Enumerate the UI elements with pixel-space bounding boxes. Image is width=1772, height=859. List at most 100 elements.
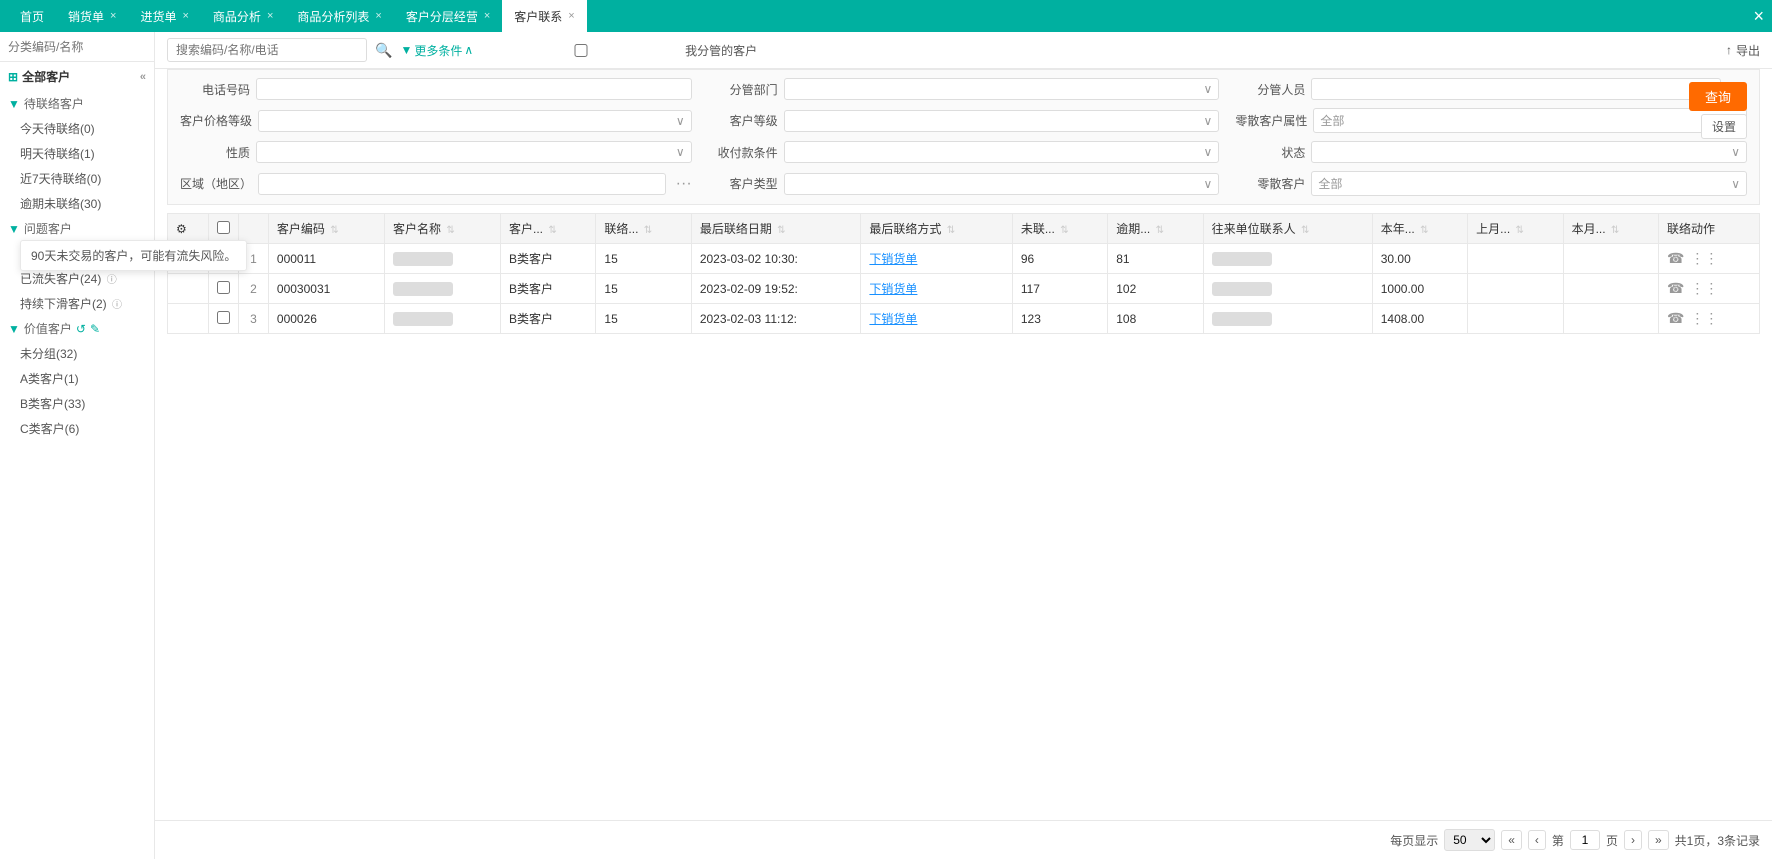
my-customers-check[interactable] <box>481 44 681 57</box>
search-button[interactable]: 🔍 <box>375 42 392 59</box>
person-input[interactable] <box>1311 78 1721 100</box>
th-this-month[interactable]: 本月... ⇅ <box>1563 214 1658 244</box>
sidebar-item-tomorrow[interactable]: 明天待联络(1) <box>0 141 154 166</box>
row-contact: 15 <box>596 304 691 334</box>
my-customers-checkbox[interactable]: 我分管的客户 <box>481 42 757 59</box>
action-more-icon[interactable]: ⋮⋮ <box>1690 310 1718 327</box>
tab-customer-tier[interactable]: 客户分层经营 × <box>394 0 502 32</box>
sort-last-method-icon: ⇅ <box>947 225 955 236</box>
th-settings[interactable]: ⚙ <box>168 214 209 244</box>
th-code[interactable]: 客户编码 ⇅ <box>268 214 384 244</box>
refresh-value-icon[interactable]: ↺ <box>76 322 86 336</box>
close-analysis-tab[interactable]: × <box>267 10 273 22</box>
th-last-date[interactable]: 最后联络日期 ⇅ <box>691 214 861 244</box>
row-last-method[interactable]: 下销货单 <box>861 304 1012 334</box>
customer-level-select[interactable]: ∨ <box>784 110 1220 132</box>
page-number-input[interactable] <box>1570 830 1600 850</box>
th-checkbox[interactable] <box>208 214 238 244</box>
close-all-button[interactable]: × <box>1753 6 1764 27</box>
action-contact-icon[interactable]: ☎ <box>1667 280 1684 297</box>
close-sales-tab[interactable]: × <box>110 10 116 22</box>
sidebar-item-declining[interactable]: 持续下滑客户(2) ⓘ <box>0 291 154 316</box>
retail-attr-select[interactable]: 全部 ∨ <box>1313 108 1747 133</box>
th-last-month[interactable]: 上月... ⇅ <box>1468 214 1563 244</box>
more-conditions-button[interactable]: ▼ 更多条件 ∧ <box>400 42 473 59</box>
declining-info-icon: ⓘ <box>112 300 122 311</box>
region-input[interactable] <box>258 173 666 195</box>
th-overdue[interactable]: 逾期... ⇅ <box>1108 214 1203 244</box>
sidebar-item-today[interactable]: 今天待联络(0) <box>0 116 154 141</box>
th-contact-person[interactable]: 往来单位联系人 ⇅ <box>1203 214 1372 244</box>
search-input[interactable] <box>167 38 367 62</box>
edit-value-icon[interactable]: ✎ <box>90 322 100 336</box>
section-value-customers[interactable]: ▼ 价值客户 ↺ ✎ <box>0 316 154 341</box>
th-contact[interactable]: 联络... ⇅ <box>596 214 691 244</box>
tab-sales[interactable]: 销货单 × <box>56 0 128 32</box>
status-select[interactable]: ∨ <box>1311 141 1747 163</box>
all-customers-header[interactable]: ⊞ 全部客户 « <box>0 62 154 91</box>
th-last-method[interactable]: 最后联络方式 ⇅ <box>861 214 1012 244</box>
region-extra-btn[interactable]: ··· <box>676 175 692 193</box>
price-level-select[interactable]: ∨ <box>258 110 692 132</box>
payment-select[interactable]: ∨ <box>784 141 1220 163</box>
sidebar-item-overdue[interactable]: 逾期未联络(30) <box>0 191 154 216</box>
next-page-button[interactable]: › <box>1624 830 1642 850</box>
nature-select[interactable]: ∨ <box>256 141 692 163</box>
tab-customer-contact[interactable]: 客户联系 × <box>502 0 586 32</box>
row-type: B类客户 <box>501 304 596 334</box>
row-checkbox-cell[interactable] <box>208 304 238 334</box>
pagination: 每页显示 50 100 200 « ‹ 第 页 › » 共1页，3条记录 <box>155 820 1772 859</box>
first-page-button[interactable]: « <box>1501 830 1522 850</box>
export-button[interactable]: ↑ 导出 <box>1726 42 1760 59</box>
close-customer-tier-tab[interactable]: × <box>484 10 490 22</box>
action-more-icon[interactable]: ⋮⋮ <box>1690 280 1718 297</box>
collapse-sidebar-icon[interactable]: « <box>140 71 146 83</box>
phone-input[interactable] <box>256 78 692 100</box>
tab-analysis-list[interactable]: 商品分析列表 × <box>285 0 393 32</box>
price-level-arrow: ∨ <box>676 114 685 128</box>
setting-button[interactable]: 设置 <box>1701 114 1747 139</box>
sidebar-item-class-a[interactable]: A类客户(1) <box>0 366 154 391</box>
section-pending-contact[interactable]: ▼ 待联络客户 <box>0 91 154 116</box>
row-this-year: 1408.00 <box>1372 304 1467 334</box>
sidebar-item-ungrouped[interactable]: 未分组(32) <box>0 341 154 366</box>
page-size-select[interactable]: 50 100 200 <box>1444 829 1495 851</box>
query-button[interactable]: 查询 <box>1689 82 1747 111</box>
retail-customer-select[interactable]: 全部 ∨ <box>1311 171 1747 196</box>
customer-type-select[interactable]: ∨ <box>784 173 1220 195</box>
dept-select[interactable]: ∨ <box>784 78 1220 100</box>
row-unlink-days: 96 <box>1012 244 1107 274</box>
sidebar-item-week[interactable]: 近7天待联络(0) <box>0 166 154 191</box>
row-last-method[interactable]: 下销货单 <box>861 244 1012 274</box>
action-contact-icon[interactable]: ☎ <box>1667 310 1684 327</box>
action-more-icon[interactable]: ⋮⋮ <box>1690 250 1718 267</box>
select-all-checkbox[interactable] <box>217 221 230 234</box>
prev-page-button[interactable]: ‹ <box>1528 830 1546 850</box>
sidebar-item-class-c[interactable]: C类客户(6) <box>0 416 154 441</box>
th-name[interactable]: 客户名称 ⇅ <box>384 214 500 244</box>
sidebar-item-class-b[interactable]: B类客户(33) <box>0 391 154 416</box>
row-code: 00030031 <box>268 274 384 304</box>
category-search-input[interactable] <box>8 40 155 54</box>
close-analysis-list-tab[interactable]: × <box>375 10 381 22</box>
close-purchase-tab[interactable]: × <box>182 10 188 22</box>
close-customer-contact-tab[interactable]: × <box>568 10 574 22</box>
tab-home[interactable]: 首页 <box>8 0 56 32</box>
row-type: B类客户 <box>501 274 596 304</box>
row-checkbox-1[interactable] <box>217 281 230 294</box>
last-page-button[interactable]: » <box>1648 830 1669 850</box>
filter-customer-level: 客户等级 ∨ <box>708 108 1220 133</box>
row-last-month <box>1468 244 1563 274</box>
th-this-year[interactable]: 本年... ⇅ <box>1372 214 1467 244</box>
advanced-filter-panel: 电话号码 分管部门 ∨ 分管人员 ··· 客户价格等级 <box>167 69 1760 205</box>
tab-purchase[interactable]: 进货单 × <box>128 0 200 32</box>
row-checkbox-2[interactable] <box>217 311 230 324</box>
action-contact-icon[interactable]: ☎ <box>1667 250 1684 267</box>
row-settings-cell <box>168 304 209 334</box>
section-problem-customers[interactable]: ▼ 问题客户 <box>0 216 154 241</box>
row-checkbox-cell[interactable] <box>208 274 238 304</box>
th-type[interactable]: 客户... ⇅ <box>501 214 596 244</box>
tab-analysis[interactable]: 商品分析 × <box>201 0 285 32</box>
th-unlink[interactable]: 未联... ⇅ <box>1012 214 1107 244</box>
row-last-method[interactable]: 下销货单 <box>861 274 1012 304</box>
